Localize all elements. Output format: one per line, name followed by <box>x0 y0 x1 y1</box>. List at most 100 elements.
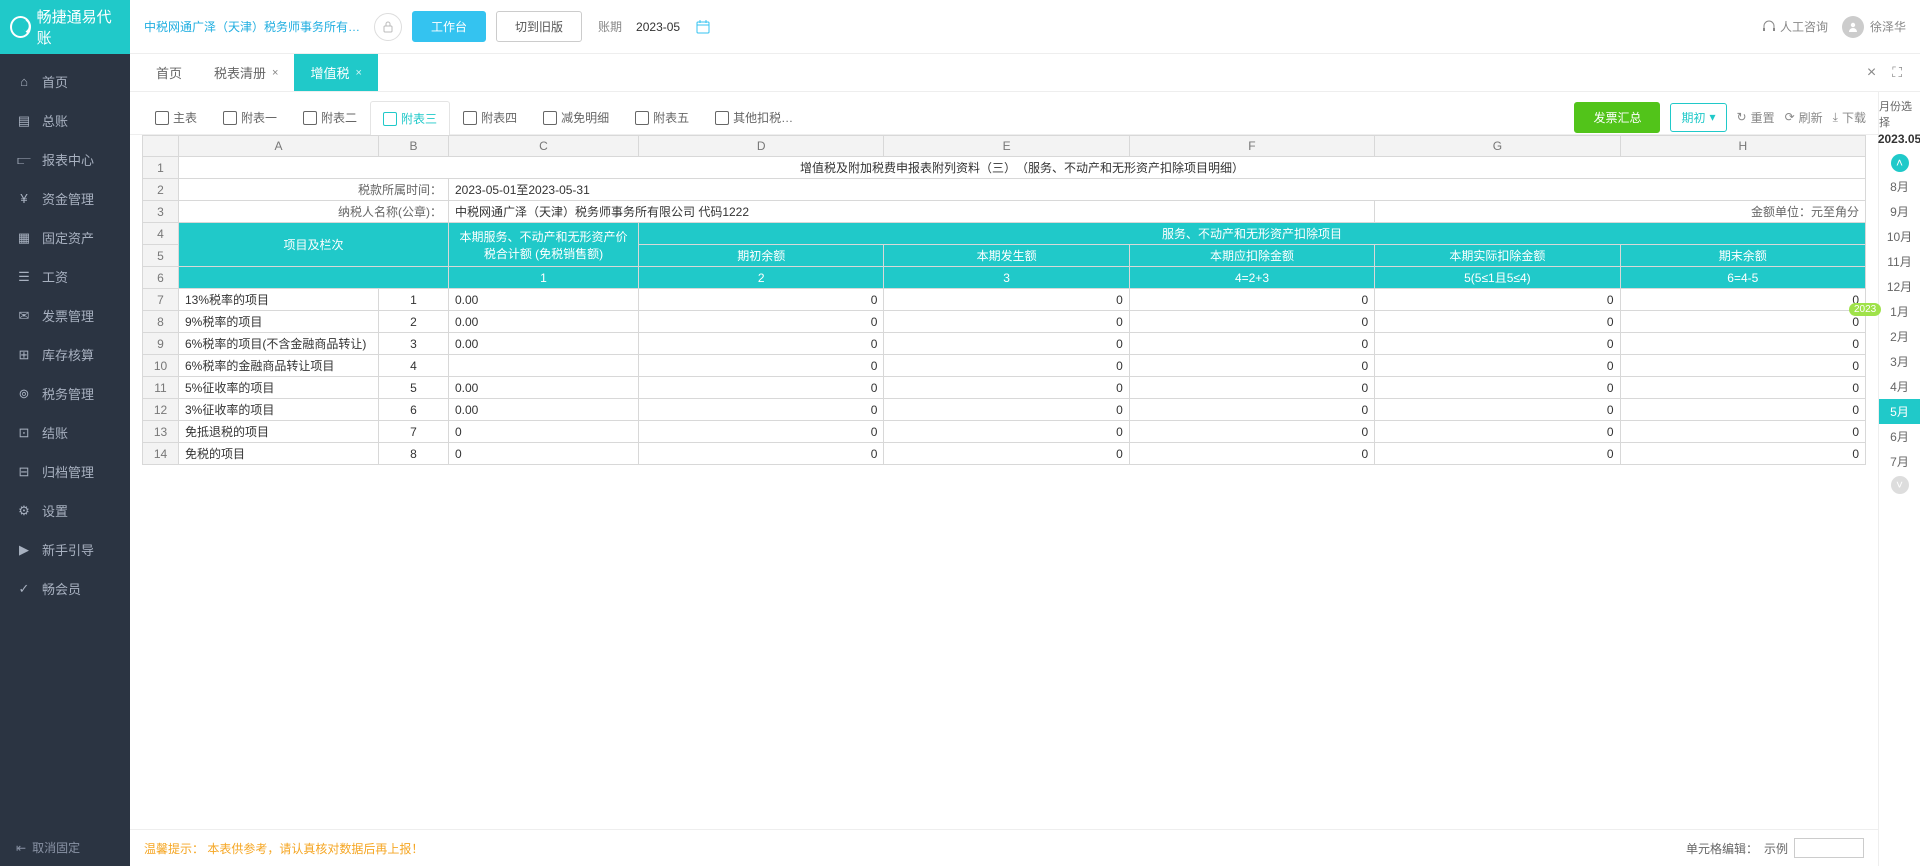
cell[interactable]: 0 <box>1129 289 1374 311</box>
cell[interactable]: 0 <box>639 289 884 311</box>
company-selector[interactable]: 中税网通广泽（天津）税务师事务所有… ▾ <box>144 18 364 35</box>
cell[interactable]: 0 <box>884 311 1129 333</box>
sidebar-item-money[interactable]: ¥资金管理 <box>0 179 130 218</box>
form-tab-附表五[interactable]: 附表五 <box>622 100 702 134</box>
cell[interactable]: 0 <box>639 443 884 465</box>
month-9月[interactable]: 9月 <box>1879 199 1920 224</box>
item-idx[interactable]: 6 <box>379 399 449 421</box>
cell[interactable]: 0.00 <box>449 333 639 355</box>
cell[interactable]: 0.00 <box>449 289 639 311</box>
item-name[interactable]: 3%征收率的项目 <box>179 399 379 421</box>
cell[interactable] <box>449 355 639 377</box>
cell[interactable]: 0 <box>639 399 884 421</box>
form-tab-主表[interactable]: 主表 <box>142 100 210 134</box>
cell[interactable]: 0 <box>1375 311 1620 333</box>
cell[interactable]: 0 <box>884 333 1129 355</box>
switch-old-button[interactable]: 切到旧版 <box>496 11 582 42</box>
month-8月[interactable]: 8月 <box>1879 174 1920 199</box>
sidebar-item-archive[interactable]: ⊟归档管理 <box>0 452 130 491</box>
cell[interactable]: 0 <box>884 355 1129 377</box>
item-idx[interactable]: 8 <box>379 443 449 465</box>
month-6月[interactable]: 6月 <box>1879 424 1920 449</box>
cell[interactable]: 0 <box>1375 289 1620 311</box>
period-init-select[interactable]: 期初 ▾ <box>1670 103 1726 132</box>
reset-button[interactable]: ↻ 重置 <box>1737 109 1775 126</box>
cell[interactable]: 0 <box>1375 443 1620 465</box>
sidebar-item-tax[interactable]: ⊚税务管理 <box>0 374 130 413</box>
tab-close-icon[interactable]: × <box>272 67 278 79</box>
consult-link[interactable]: 人工咨询 <box>1762 18 1828 35</box>
item-idx[interactable]: 2 <box>379 311 449 333</box>
cell[interactable]: 0 <box>1375 421 1620 443</box>
cell[interactable]: 0 <box>884 377 1129 399</box>
tab-税表清册[interactable]: 税表清册× <box>198 54 294 91</box>
item-idx[interactable]: 5 <box>379 377 449 399</box>
sidebar-item-vip[interactable]: ✓畅会员 <box>0 569 130 608</box>
sidebar-item-salary[interactable]: ☰工资 <box>0 257 130 296</box>
tab-close-icon[interactable]: × <box>355 67 361 79</box>
cell[interactable]: 0 <box>1375 399 1620 421</box>
cell[interactable]: 0 <box>884 289 1129 311</box>
sidebar-item-guide[interactable]: ▶新手引导 <box>0 530 130 569</box>
cell[interactable]: 0 <box>1620 421 1865 443</box>
refresh-button[interactable]: ⟳ 刷新 <box>1785 109 1823 126</box>
sidebar-item-home[interactable]: ⌂首页 <box>0 62 130 101</box>
month-2月[interactable]: 2月 <box>1879 324 1920 349</box>
sidebar-item-close[interactable]: ⊡结账 <box>0 413 130 452</box>
cell[interactable]: 0 <box>1620 333 1865 355</box>
invoice-summary-button[interactable]: 发票汇总 <box>1574 102 1660 133</box>
sidebar-item-invoice[interactable]: ✉发票管理 <box>0 296 130 335</box>
form-tab-减免明细[interactable]: 减免明细 <box>530 100 622 134</box>
tab-首页[interactable]: 首页 <box>140 54 198 91</box>
example-input[interactable] <box>1794 838 1864 858</box>
item-name[interactable]: 6%税率的项目(不含金融商品转让) <box>179 333 379 355</box>
cell[interactable]: 0 <box>1129 355 1374 377</box>
form-tab-其他扣税…[interactable]: 其他扣税… <box>702 100 806 134</box>
cell[interactable]: 0 <box>639 377 884 399</box>
item-idx[interactable]: 4 <box>379 355 449 377</box>
month-next[interactable]: ˅ <box>1891 476 1909 494</box>
cell[interactable]: 0 <box>639 355 884 377</box>
cell[interactable]: 0 <box>449 421 639 443</box>
month-1月[interactable]: 1月2023 <box>1879 299 1920 324</box>
month-11月[interactable]: 11月 <box>1879 249 1920 274</box>
sidebar-item-chart[interactable]: ⫍报表中心 <box>0 140 130 179</box>
user-menu[interactable]: 徐泽华 <box>1842 16 1906 38</box>
cell[interactable]: 0 <box>1129 399 1374 421</box>
item-idx[interactable]: 7 <box>379 421 449 443</box>
sidebar-item-gear[interactable]: ⚙设置 <box>0 491 130 530</box>
cell[interactable]: 0 <box>1620 355 1865 377</box>
month-3月[interactable]: 3月 <box>1879 349 1920 374</box>
cell[interactable]: 0.00 <box>449 377 639 399</box>
item-idx[interactable]: 3 <box>379 333 449 355</box>
item-name[interactable]: 13%税率的项目 <box>179 289 379 311</box>
form-tab-附表一[interactable]: 附表一 <box>210 100 290 134</box>
cell[interactable]: 0 <box>1129 311 1374 333</box>
cell[interactable]: 0 <box>1375 333 1620 355</box>
workbench-button[interactable]: 工作台 <box>412 11 486 42</box>
spreadsheet[interactable]: ABCDEFGH 1 增值税及附加税费申报表附列资料（三） （服务、不动产和无形… <box>130 135 1878 829</box>
sidebar-item-ledger[interactable]: ▤总账 <box>0 101 130 140</box>
cell[interactable]: 0 <box>1129 421 1374 443</box>
fullscreen-button[interactable]: ⛶ <box>1884 64 1910 81</box>
cell[interactable]: 0 <box>639 333 884 355</box>
cell[interactable]: 0 <box>884 421 1129 443</box>
cell[interactable]: 0.00 <box>449 399 639 421</box>
form-tab-附表四[interactable]: 附表四 <box>450 100 530 134</box>
cell[interactable]: 0 <box>1620 289 1865 311</box>
tab-close-all[interactable]: × <box>1859 64 1884 82</box>
cell[interactable]: 0 <box>1620 311 1865 333</box>
item-name[interactable]: 9%税率的项目 <box>179 311 379 333</box>
download-button[interactable]: ⤓ 下载 <box>1833 109 1866 126</box>
cell[interactable]: 0 <box>639 421 884 443</box>
month-7月[interactable]: 7月 <box>1879 449 1920 474</box>
month-5月[interactable]: 5月 <box>1879 399 1920 424</box>
item-idx[interactable]: 1 <box>379 289 449 311</box>
cell[interactable]: 0 <box>1129 333 1374 355</box>
month-12月[interactable]: 12月 <box>1879 274 1920 299</box>
item-name[interactable]: 免抵退税的项目 <box>179 421 379 443</box>
cell[interactable]: 0 <box>884 399 1129 421</box>
cell[interactable]: 0 <box>1375 355 1620 377</box>
sidebar-item-stock[interactable]: ⊞库存核算 <box>0 335 130 374</box>
unpin-button[interactable]: ⇤ 取消固定 <box>0 829 130 866</box>
